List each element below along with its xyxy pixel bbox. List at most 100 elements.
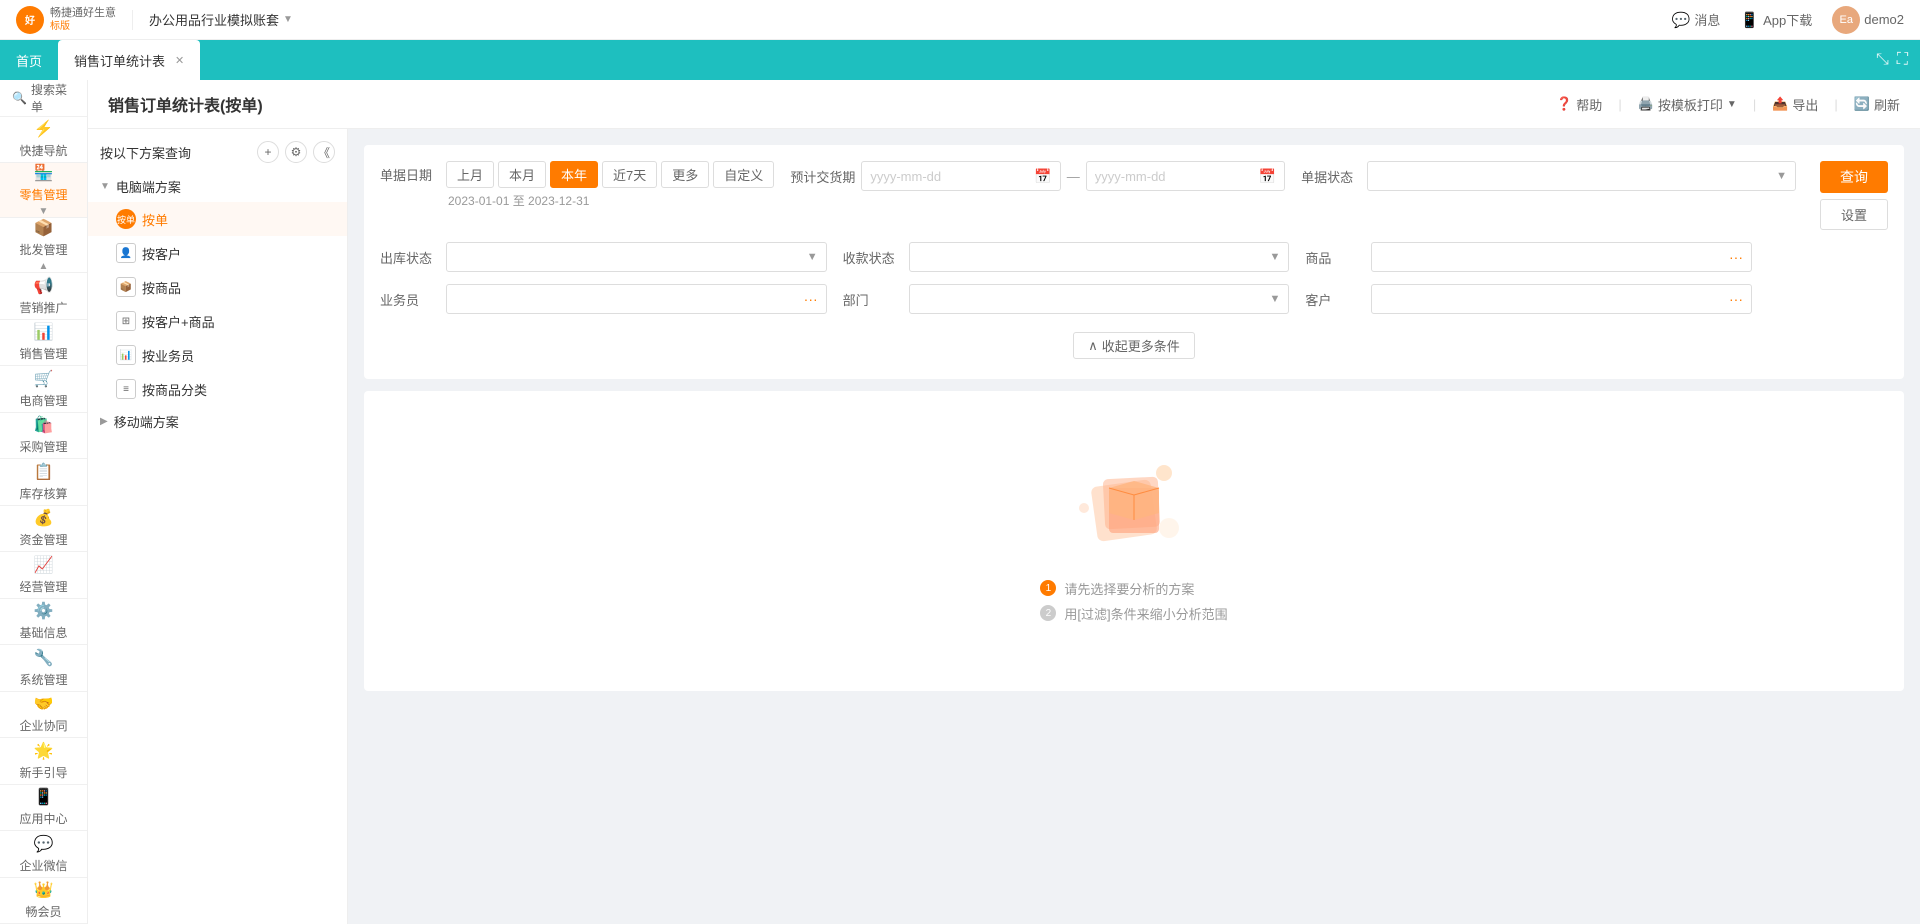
sidebar-item-cooperation[interactable]: 🤝 企业协同 — [0, 692, 87, 739]
date-btn-more[interactable]: 更多 — [661, 161, 709, 188]
expected-delivery-from-input[interactable] — [870, 169, 1034, 184]
payment-status-select[interactable]: ▼ — [909, 242, 1290, 272]
date-dash: — — [1067, 169, 1080, 184]
sidebar-item-enterprise-wechat[interactable]: 💬 企业微信 — [0, 831, 87, 878]
member-icon: 👑 — [34, 880, 54, 900]
sidebar-item-wholesale[interactable]: 📦 批发管理 ▲ — [0, 218, 87, 273]
sidebar-item-quick-nav[interactable]: ⚡ 快捷导航 — [0, 117, 87, 164]
tab-close-icon[interactable]: ✕ — [175, 54, 184, 67]
empty-tip-2: 2 用[过滤]条件来缩小分析范围 — [1040, 604, 1227, 623]
date-btn-this-year[interactable]: 本年 — [550, 161, 598, 188]
sidebar-item-basic[interactable]: ⚙️ 基础信息 — [0, 599, 87, 646]
date-btn-this-month[interactable]: 本月 — [498, 161, 546, 188]
single-status-select[interactable]: ▼ — [1367, 161, 1796, 191]
sidebar-item-newbie[interactable]: 🌟 新手引导 — [0, 738, 87, 785]
marketing-icon: 📢 — [34, 276, 54, 296]
date-btn-last-month[interactable]: 上月 — [446, 161, 494, 188]
department-select[interactable]: ▼ — [909, 284, 1290, 314]
refresh-icon: 🔄 — [1854, 96, 1870, 112]
shipment-status-select[interactable]: ▼ — [446, 242, 827, 272]
tree-parent-mobile[interactable]: ▶ 移动端方案 — [88, 406, 347, 437]
department-group: 部门 ▼ — [843, 284, 1290, 314]
expected-delivery-to-input[interactable] — [1095, 169, 1259, 184]
salesperson-more-icon[interactable]: ··· — [804, 291, 818, 307]
date-btn-custom[interactable]: 自定义 — [713, 161, 774, 188]
sidebar-item-retail[interactable]: 🏪 零售管理 ▼ — [0, 163, 87, 218]
top-bar: 好 畅捷通好生意 标版 办公用品行业模拟账套 ▼ 💬 消息 📱 App下载 Ea… — [0, 0, 1920, 40]
sidebar-item-marketing[interactable]: 📢 营销推广 — [0, 273, 87, 320]
goods-input[interactable] — [1380, 250, 1729, 265]
logo-icon: 好 — [16, 6, 44, 34]
finance-icon: 💰 — [34, 508, 54, 528]
sidebar-item-purchase[interactable]: 🛍️ 采购管理 — [0, 413, 87, 460]
tree-child-by-customer-goods[interactable]: ⊞ 按客户+商品 — [88, 304, 347, 338]
by-goods-icon: 📦 — [116, 277, 136, 297]
expected-delivery-label: 预计交货期 — [790, 167, 855, 186]
refresh-btn[interactable]: 🔄 刷新 — [1854, 95, 1900, 114]
sales-icon: 📊 — [34, 322, 54, 342]
divider — [132, 10, 133, 30]
query-button[interactable]: 查询 — [1820, 161, 1888, 193]
customer-group: 客户 ··· — [1305, 284, 1752, 314]
tree-child-by-salesperson[interactable]: 📊 按业务员 — [88, 338, 347, 372]
payment-status-arrow-icon: ▼ — [1269, 251, 1280, 263]
sidebar-item-member[interactable]: 👑 畅会员 — [0, 878, 87, 924]
quicknav-icon: ⚡ — [34, 119, 54, 139]
shipment-status-group: 出库状态 ▼ — [380, 242, 827, 272]
export-btn[interactable]: 📤 导出 — [1772, 95, 1818, 114]
newbie-icon: 🌟 — [34, 741, 54, 761]
goods-more-icon[interactable]: ··· — [1729, 249, 1743, 265]
expected-delivery-from-input-wrap[interactable]: 📅 — [861, 161, 1060, 191]
empty-state: 1 请先选择要分析的方案 2 用[过滤]条件来缩小分析范围 — [1040, 393, 1227, 689]
customer-input[interactable] — [1380, 292, 1729, 307]
add-scheme-btn[interactable]: + — [257, 141, 279, 163]
salesperson-input[interactable] — [455, 292, 804, 307]
tab-expand-icon[interactable]: ⛶ — [1897, 51, 1908, 69]
single-status-arrow-icon: ▼ — [1776, 170, 1787, 182]
scheme-settings-icon[interactable]: ⚙ — [285, 141, 307, 163]
left-panel-header: 按以下方案查询 + ⚙ 《 — [88, 141, 347, 171]
sidebar: 🔍 搜索菜单 ⚡ 快捷导航 🏪 零售管理 ▼ 📦 批发管理 ▲ 📢 营销推广 📊… — [0, 80, 88, 924]
customer-more-icon[interactable]: ··· — [1729, 291, 1743, 307]
sidebar-item-app-center[interactable]: 📱 应用中心 — [0, 785, 87, 832]
settings-button[interactable]: 设置 — [1820, 199, 1888, 230]
date-from-icon[interactable]: 📅 — [1034, 168, 1051, 185]
help-btn[interactable]: ❓ 帮助 — [1556, 95, 1602, 114]
sidebar-item-sales[interactable]: 📊 销售管理 — [0, 320, 87, 367]
enterprise-wechat-icon: 💬 — [34, 834, 54, 854]
customer-label: 客户 — [1305, 290, 1365, 309]
salesperson-input-wrap[interactable]: ··· — [446, 284, 827, 314]
sidebar-item-inventory[interactable]: 📋 库存核算 — [0, 459, 87, 506]
sidebar-item-finance[interactable]: 💰 资金管理 — [0, 506, 87, 553]
collapse-btn[interactable]: ∧ 收起更多条件 — [1073, 332, 1195, 359]
app-selector[interactable]: 办公用品行业模拟账套 ▼ — [149, 10, 293, 29]
ecommerce-icon: 🛒 — [34, 369, 54, 389]
tab-sales-order-stats[interactable]: 销售订单统计表 ✕ — [58, 40, 200, 80]
message-btn[interactable]: 💬 消息 — [1672, 10, 1721, 29]
search-menu[interactable]: 🔍 搜索菜单 — [0, 80, 87, 117]
page-header-actions: ❓ 帮助 | 🖨️ 按模板打印 ▼ | 📤 导出 | 🔄 刷新 — [1556, 95, 1900, 126]
sidebar-item-operations[interactable]: 📈 经营管理 — [0, 552, 87, 599]
collapse-panel-icon[interactable]: 《 — [313, 141, 335, 163]
tree-expand-icon: ▼ — [100, 181, 110, 192]
goods-input-wrap[interactable]: ··· — [1371, 242, 1752, 272]
tab-minimize-icon[interactable]: ⤡ — [1876, 51, 1889, 69]
date-to-icon[interactable]: 📅 — [1259, 168, 1276, 185]
app-download-btn[interactable]: 📱 App下载 — [1740, 10, 1812, 29]
main-layout: 🔍 搜索菜单 ⚡ 快捷导航 🏪 零售管理 ▼ 📦 批发管理 ▲ 📢 营销推广 📊… — [0, 80, 1920, 924]
customer-input-wrap[interactable]: ··· — [1371, 284, 1752, 314]
tree-child-by-customer[interactable]: 👤 按客户 — [88, 236, 347, 270]
tree-child-by-goods[interactable]: 📦 按商品 — [88, 270, 347, 304]
date-btn-7days[interactable]: 近7天 — [602, 161, 657, 188]
print-btn[interactable]: 🖨️ 按模板打印 ▼ — [1638, 95, 1737, 114]
tree-child-by-goods-category[interactable]: ≡ 按商品分类 — [88, 372, 347, 406]
user-area[interactable]: Ea demo2 — [1832, 6, 1904, 34]
tab-home[interactable]: 首页 — [0, 40, 58, 80]
tree-child-by-order[interactable]: 按单 按单 — [88, 202, 347, 236]
expected-delivery-to-input-wrap[interactable]: 📅 — [1086, 161, 1285, 191]
sidebar-item-system[interactable]: 🔧 系统管理 — [0, 645, 87, 692]
tip-num-2: 2 — [1040, 605, 1056, 621]
sidebar-item-ecommerce[interactable]: 🛒 电商管理 — [0, 366, 87, 413]
logo-text: 畅捷通好生意 标版 — [50, 6, 116, 33]
tree-parent-desktop[interactable]: ▼ 电脑端方案 — [88, 171, 347, 202]
